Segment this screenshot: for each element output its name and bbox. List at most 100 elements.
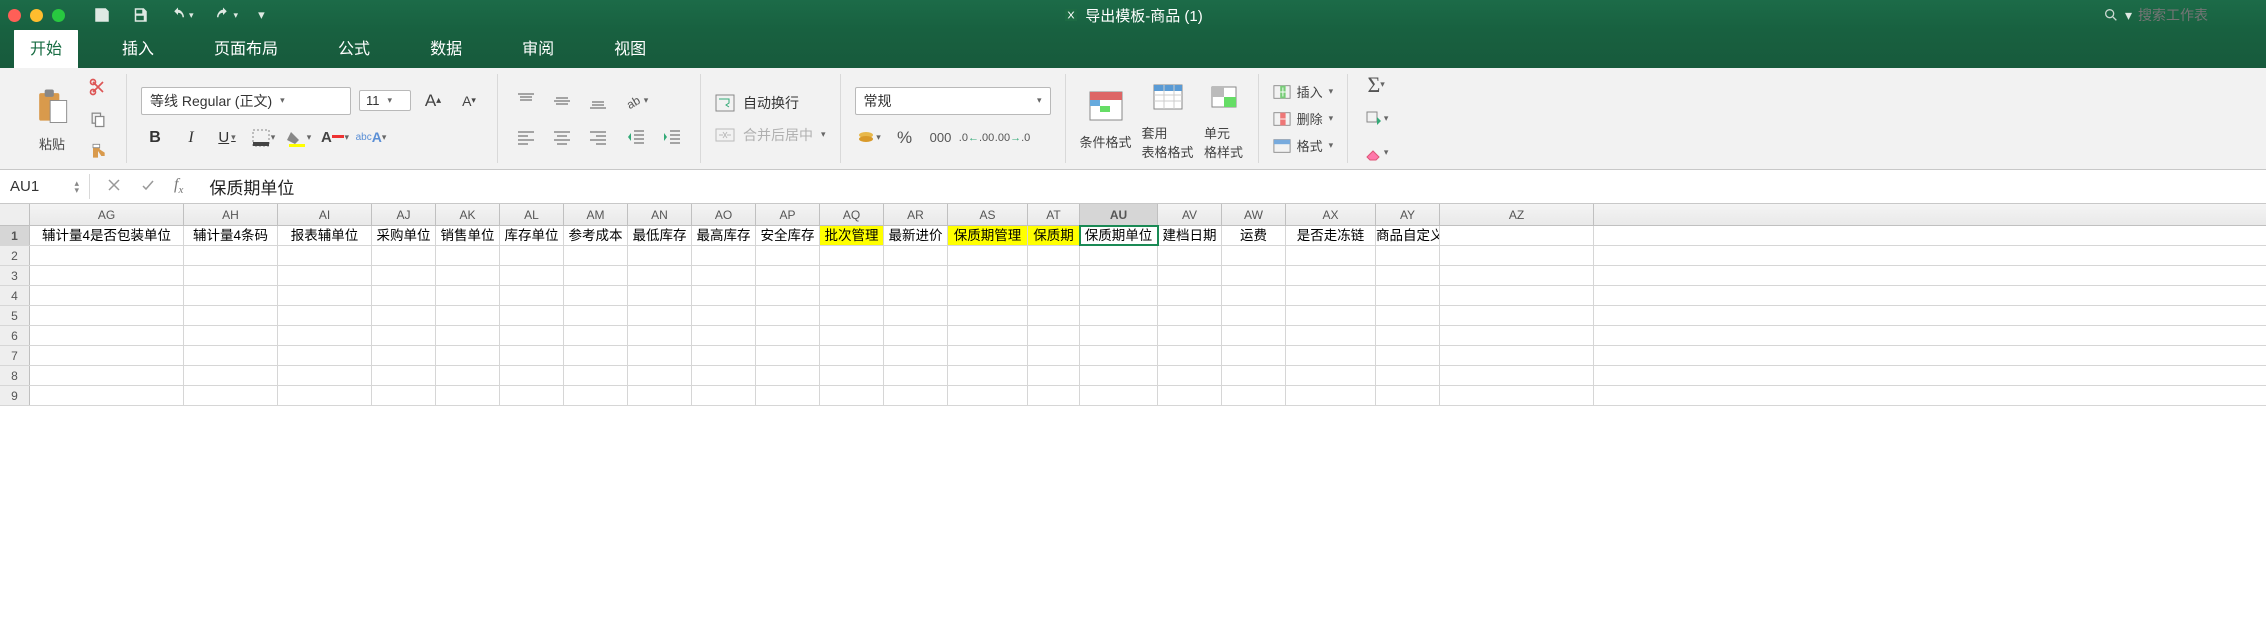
column-header[interactable]: AG — [30, 204, 184, 225]
cell[interactable] — [1080, 326, 1158, 345]
cell[interactable] — [820, 266, 884, 285]
cell[interactable] — [278, 386, 372, 405]
cell[interactable] — [820, 306, 884, 325]
tab-视图[interactable]: 视图 — [598, 28, 662, 68]
row-header[interactable]: 4 — [0, 286, 30, 305]
row-header[interactable]: 5 — [0, 306, 30, 325]
cell[interactable] — [30, 306, 184, 325]
cell[interactable] — [1028, 366, 1080, 385]
italic-button[interactable]: I — [177, 125, 205, 151]
cell[interactable] — [436, 326, 500, 345]
cell[interactable] — [884, 366, 948, 385]
cell[interactable]: 辅计量4是否包装单位 — [30, 226, 184, 245]
cell[interactable]: 商品自定义项 — [1376, 226, 1440, 245]
cell[interactable]: 销售单位 — [436, 226, 500, 245]
cell[interactable] — [1440, 266, 1594, 285]
cell[interactable] — [1028, 326, 1080, 345]
clear-button[interactable]: ▾ — [1362, 140, 1390, 166]
cell[interactable] — [564, 366, 628, 385]
cell[interactable] — [628, 326, 692, 345]
cell[interactable] — [1286, 386, 1376, 405]
cell[interactable] — [436, 386, 500, 405]
row-header[interactable]: 2 — [0, 246, 30, 265]
row-header[interactable]: 1 — [0, 226, 30, 245]
cell[interactable] — [1222, 386, 1286, 405]
cell[interactable] — [1158, 366, 1222, 385]
decrease-font-button[interactable]: A▾ — [455, 88, 483, 114]
search-box[interactable]: ▾ — [2103, 7, 2258, 24]
tab-数据[interactable]: 数据 — [414, 28, 478, 68]
cell[interactable] — [1440, 346, 1594, 365]
cell[interactable] — [500, 386, 564, 405]
cell[interactable] — [30, 266, 184, 285]
cell[interactable] — [1376, 386, 1440, 405]
cell[interactable] — [500, 366, 564, 385]
font-name-select[interactable]: 等线 Regular (正文)▾ — [141, 87, 351, 115]
cell[interactable] — [278, 326, 372, 345]
cell[interactable] — [436, 286, 500, 305]
format-painter-button[interactable] — [84, 138, 112, 164]
cell[interactable] — [1376, 266, 1440, 285]
fill-color-button[interactable]: ▾ — [285, 125, 313, 151]
cell[interactable] — [436, 246, 500, 265]
cell[interactable] — [1028, 386, 1080, 405]
column-header[interactable]: AR — [884, 204, 948, 225]
cell[interactable] — [1440, 286, 1594, 305]
cell[interactable]: 建档日期 — [1158, 226, 1222, 245]
align-right-button[interactable] — [584, 124, 612, 150]
fx-button[interactable]: fx — [174, 176, 183, 196]
font-size-select[interactable]: 11▾ — [359, 90, 411, 111]
cell[interactable] — [756, 366, 820, 385]
cell[interactable] — [884, 346, 948, 365]
cell[interactable] — [184, 366, 278, 385]
column-header[interactable]: AX — [1286, 204, 1376, 225]
cell[interactable] — [820, 386, 884, 405]
paste-button[interactable]: 粘贴 — [30, 84, 74, 153]
row-header[interactable]: 6 — [0, 326, 30, 345]
tab-插入[interactable]: 插入 — [106, 28, 170, 68]
cell[interactable] — [948, 326, 1028, 345]
align-left-button[interactable] — [512, 124, 540, 150]
copy-button[interactable] — [84, 106, 112, 132]
formula-input[interactable] — [199, 173, 2266, 201]
cell[interactable] — [278, 286, 372, 305]
cell[interactable] — [500, 286, 564, 305]
cell[interactable] — [1376, 286, 1440, 305]
cell[interactable] — [1286, 346, 1376, 365]
cell[interactable] — [628, 306, 692, 325]
delete-cells-button[interactable]: 删除▾ — [1273, 109, 1334, 128]
number-format-select[interactable]: 常规▾ — [855, 87, 1051, 115]
cell[interactable] — [628, 266, 692, 285]
cell[interactable] — [1028, 286, 1080, 305]
cell[interactable] — [436, 266, 500, 285]
cell[interactable] — [436, 346, 500, 365]
cell[interactable] — [1286, 366, 1376, 385]
cell[interactable] — [1080, 306, 1158, 325]
column-header[interactable]: AT — [1028, 204, 1080, 225]
cell[interactable] — [1440, 326, 1594, 345]
cell[interactable] — [500, 246, 564, 265]
cell[interactable] — [756, 286, 820, 305]
cell[interactable] — [948, 246, 1028, 265]
cell[interactable] — [1440, 246, 1594, 265]
cell[interactable] — [30, 366, 184, 385]
percent-format-button[interactable]: % — [891, 125, 919, 151]
cell[interactable] — [756, 346, 820, 365]
cell[interactable] — [1158, 306, 1222, 325]
cell[interactable] — [372, 286, 436, 305]
row-header[interactable]: 7 — [0, 346, 30, 365]
cell[interactable] — [1028, 346, 1080, 365]
cell[interactable] — [1376, 246, 1440, 265]
cell[interactable] — [948, 386, 1028, 405]
cell[interactable] — [30, 246, 184, 265]
minimize-window-button[interactable] — [30, 9, 43, 22]
cell[interactable]: 保质期单位 — [1080, 226, 1158, 245]
cell[interactable]: 运费 — [1222, 226, 1286, 245]
column-header[interactable]: AI — [278, 204, 372, 225]
align-bottom-button[interactable] — [584, 88, 612, 114]
align-center-button[interactable] — [548, 124, 576, 150]
cell[interactable] — [1080, 346, 1158, 365]
cell[interactable] — [820, 246, 884, 265]
qat-autosave-icon[interactable] — [93, 6, 111, 24]
cell[interactable] — [564, 266, 628, 285]
